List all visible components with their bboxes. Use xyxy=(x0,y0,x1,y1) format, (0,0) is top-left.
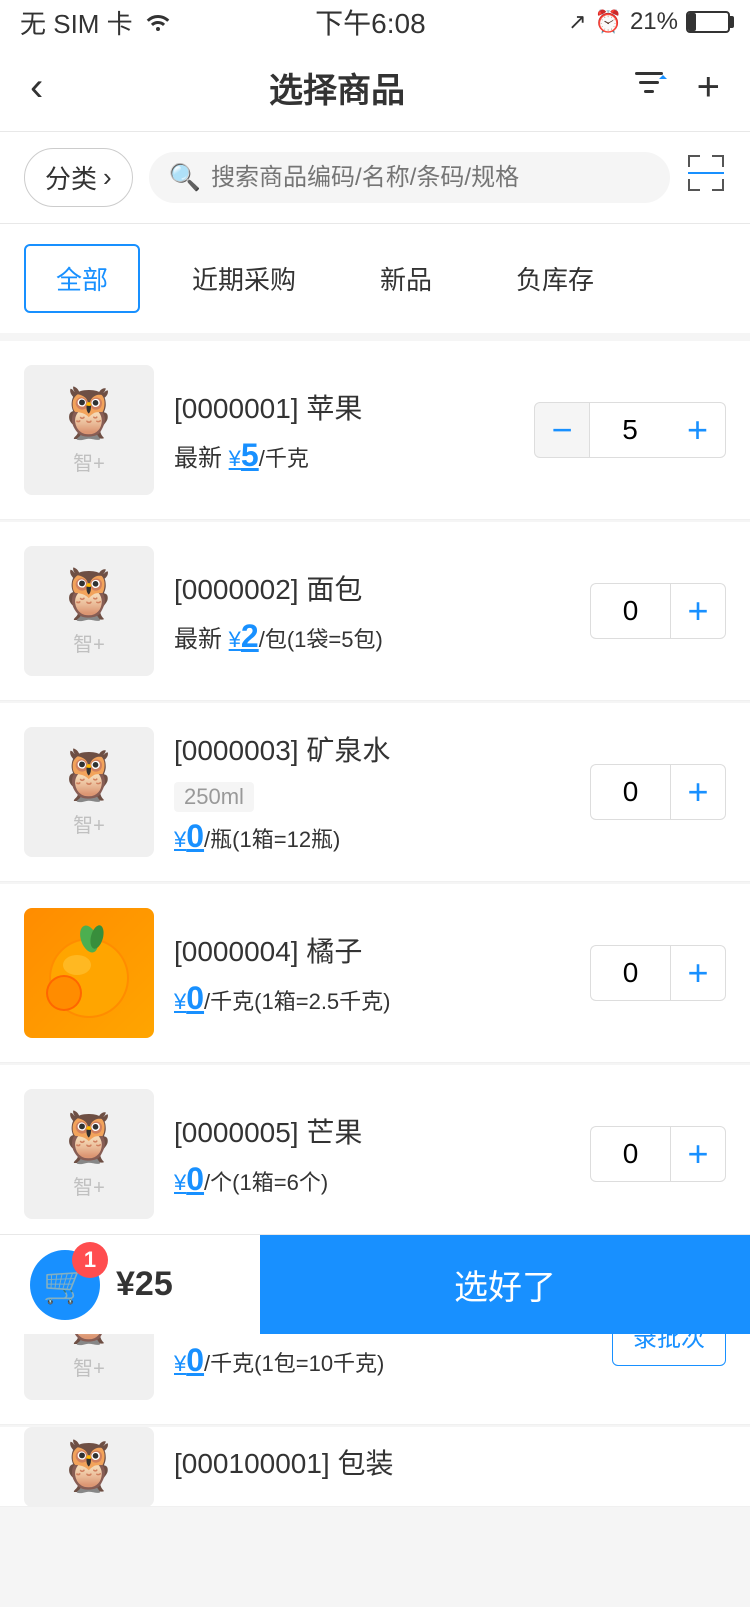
product-name-1: [0000002] 面包 xyxy=(174,568,570,608)
cart-area: 🛒 1 ¥25 xyxy=(0,1250,260,1320)
product-name-4: [0000005] 芒果 xyxy=(174,1111,570,1151)
qty-control-4: + xyxy=(590,1126,726,1182)
add-button[interactable]: + xyxy=(697,65,720,110)
cart-button[interactable]: 🛒 1 xyxy=(30,1250,100,1320)
product-name-0: [0000001] 苹果 xyxy=(174,387,514,427)
list-item: [0000004] 橘子 ¥0/千克(1箱=2.5千克) + xyxy=(0,884,750,1063)
product-image-1: 🦉 智+ xyxy=(24,546,154,676)
category-button[interactable]: 分类 › xyxy=(24,148,133,207)
product-name-3: [0000004] 橘子 xyxy=(174,930,570,970)
product-price-4: ¥0/个(1箱=6个) xyxy=(174,1161,570,1198)
product-price-0: 最新 ¥5/千克 xyxy=(174,437,514,474)
search-input[interactable] xyxy=(211,164,650,192)
qty-plus-button-2[interactable]: + xyxy=(670,764,726,820)
tab-recent[interactable]: 近期采购 xyxy=(160,244,328,313)
placeholder-owl-icon: 🦉 xyxy=(58,1437,120,1496)
qty-plus-button-0[interactable]: + xyxy=(670,402,726,458)
alarm-icon: ⏰ xyxy=(595,9,622,35)
qty-control-2: + xyxy=(590,764,726,820)
list-item: 🦉 智+ [0000003] 矿泉水 250ml ¥0/瓶(1箱=12瓶) + xyxy=(0,703,750,882)
search-icon: 🔍 xyxy=(169,162,201,193)
nav-bar: ‹ 选择商品 + xyxy=(0,44,750,132)
qty-plus-button-3[interactable]: + xyxy=(670,945,726,1001)
qty-minus-button-0[interactable]: − xyxy=(534,402,590,458)
placeholder-owl-icon: 🦉 xyxy=(58,565,120,624)
product-info-3: [0000004] 橘子 ¥0/千克(1箱=2.5千克) xyxy=(174,930,570,1017)
product-image-4: 🦉 智+ xyxy=(24,1089,154,1219)
search-bar: 分类 › 🔍 xyxy=(0,132,750,224)
product-price-5: ¥0/千克(1包=10千克) xyxy=(174,1342,592,1379)
list-item: 🦉 智+ [0000001] 苹果 最新 ¥5/千克 − + xyxy=(0,341,750,520)
category-chevron: › xyxy=(103,162,112,193)
qty-input-4[interactable] xyxy=(590,1126,670,1182)
filter-icon[interactable] xyxy=(631,65,667,110)
product-info-1: [0000002] 面包 最新 ¥2/包(1袋=5包) xyxy=(174,568,570,655)
list-item: 🦉 智+ [0000005] 芒果 ¥0/个(1箱=6个) + xyxy=(0,1065,750,1244)
scan-icon[interactable] xyxy=(686,153,726,202)
product-image-2: 🦉 智+ xyxy=(24,727,154,857)
placeholder-owl-icon: 🦉 xyxy=(58,746,120,805)
tab-all[interactable]: 全部 xyxy=(24,244,140,313)
product-info-4: [0000005] 芒果 ¥0/个(1箱=6个) xyxy=(174,1111,570,1198)
cart-total: ¥25 xyxy=(116,1265,173,1304)
category-label: 分类 xyxy=(45,159,97,196)
product-name-6: [000100001] 包装 xyxy=(174,1442,726,1482)
qty-input-0[interactable] xyxy=(590,402,670,458)
cart-badge: 1 xyxy=(72,1242,108,1278)
product-name-2: [0000003] 矿泉水 xyxy=(174,729,570,769)
product-info-6: [000100001] 包装 xyxy=(174,1442,726,1492)
placeholder-owl-icon: 🦉 xyxy=(58,1108,120,1167)
status-right: ↗ ⏰ 21% xyxy=(568,8,730,36)
qty-control-0: − + xyxy=(534,402,726,458)
list-item: 🦉 智+ [0000002] 面包 最新 ¥2/包(1袋=5包) + xyxy=(0,522,750,701)
time-label: 下午6:08 xyxy=(315,2,426,42)
confirm-button[interactable]: 选好了 xyxy=(260,1235,750,1334)
wifi-icon xyxy=(143,7,173,38)
page-title: 选择商品 xyxy=(269,63,405,112)
product-info-0: [0000001] 苹果 最新 ¥5/千克 xyxy=(174,387,514,474)
battery-percent: 21% xyxy=(630,8,678,36)
nav-right-actions: + xyxy=(631,65,720,110)
qty-input-3[interactable] xyxy=(590,945,670,1001)
location-icon: ↗ xyxy=(568,9,586,35)
product-spec-2: 250ml xyxy=(174,782,254,812)
status-left: 无 SIM 卡 xyxy=(20,4,173,41)
qty-control-1: + xyxy=(590,583,726,639)
carrier-label: 无 SIM 卡 xyxy=(20,4,133,41)
product-price-1: 最新 ¥2/包(1袋=5包) xyxy=(174,618,570,655)
status-bar: 无 SIM 卡 下午6:08 ↗ ⏰ 21% xyxy=(0,0,750,44)
qty-input-2[interactable] xyxy=(590,764,670,820)
tab-bar: 全部 近期采购 新品 负库存 xyxy=(0,224,750,341)
product-info-2: [0000003] 矿泉水 250ml ¥0/瓶(1箱=12瓶) xyxy=(174,729,570,855)
tab-new[interactable]: 新品 xyxy=(348,244,464,313)
product-image-6: 🦉 xyxy=(24,1427,154,1507)
qty-input-1[interactable] xyxy=(590,583,670,639)
search-input-wrap: 🔍 xyxy=(149,152,670,203)
battery-icon xyxy=(686,11,730,33)
bottom-bar: 🛒 1 ¥25 选好了 xyxy=(0,1234,750,1334)
qty-plus-button-4[interactable]: + xyxy=(670,1126,726,1182)
tab-negative[interactable]: 负库存 xyxy=(484,244,626,313)
product-price-3: ¥0/千克(1箱=2.5千克) xyxy=(174,980,570,1017)
product-image-3 xyxy=(24,908,154,1038)
back-button[interactable]: ‹ xyxy=(30,65,43,110)
qty-control-3: + xyxy=(590,945,726,1001)
product-price-2: ¥0/瓶(1箱=12瓶) xyxy=(174,818,570,855)
product-image-0: 🦉 智+ xyxy=(24,365,154,495)
list-item-partial: 🦉 [000100001] 包装 xyxy=(0,1427,750,1507)
placeholder-owl-icon: 🦉 xyxy=(58,384,120,443)
qty-plus-button-1[interactable]: + xyxy=(670,583,726,639)
